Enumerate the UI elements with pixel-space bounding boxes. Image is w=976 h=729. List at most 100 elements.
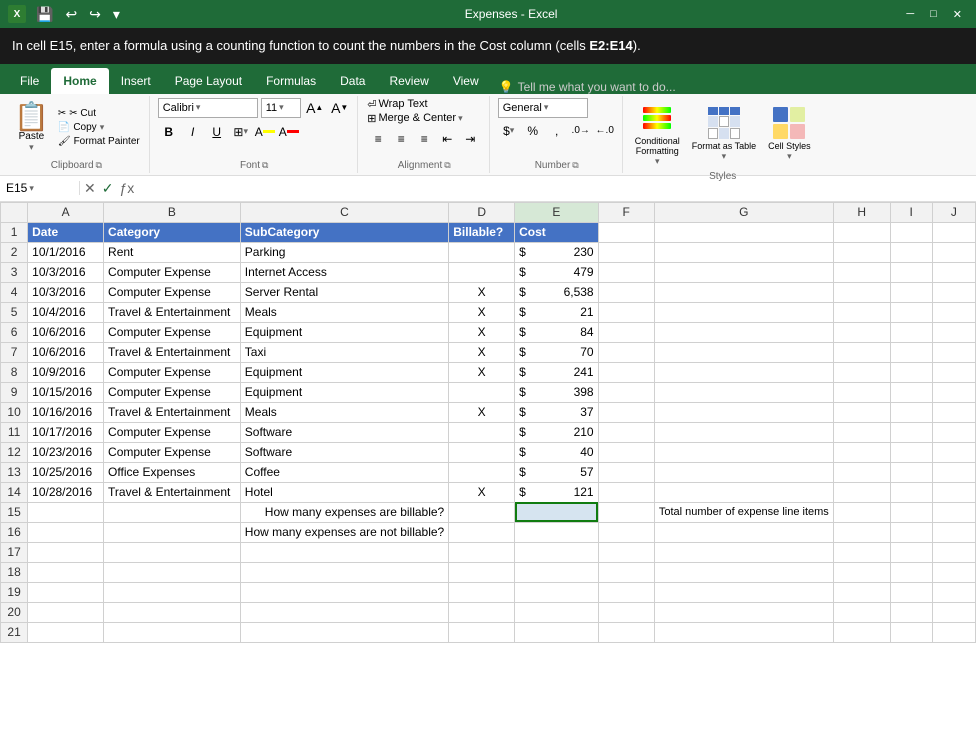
cell-H1[interactable] <box>833 222 890 242</box>
cell-F3[interactable] <box>598 262 654 282</box>
cell-C6[interactable]: Equipment <box>240 322 448 342</box>
cell-A21[interactable] <box>28 622 104 642</box>
cell-J19[interactable] <box>932 582 975 602</box>
cell-E20[interactable] <box>515 602 598 622</box>
cell-F4[interactable] <box>598 282 654 302</box>
cell-H18[interactable] <box>833 562 890 582</box>
cell-E19[interactable] <box>515 582 598 602</box>
col-header-a[interactable]: A <box>28 202 104 222</box>
cell-G6[interactable] <box>654 322 833 342</box>
cell-I1[interactable] <box>890 222 932 242</box>
cell-H11[interactable] <box>833 422 890 442</box>
row-number[interactable]: 5 <box>1 302 28 322</box>
decrease-decimal-button[interactable]: ←.0 <box>594 121 616 141</box>
row-number[interactable]: 13 <box>1 462 28 482</box>
tab-insert[interactable]: Insert <box>109 68 163 94</box>
row-number[interactable]: 16 <box>1 522 28 542</box>
cell-H6[interactable] <box>833 322 890 342</box>
cell-B5[interactable]: Travel & Entertainment <box>104 302 241 322</box>
cell-G4[interactable] <box>654 282 833 302</box>
decrease-indent-button[interactable]: ⇤ <box>436 129 458 149</box>
cell-B9[interactable]: Computer Expense <box>104 382 241 402</box>
font-expand-icon[interactable]: ⧉ <box>262 160 268 171</box>
cell-D5[interactable]: X <box>449 302 515 322</box>
decrease-font-button[interactable]: A▼ <box>329 98 351 118</box>
cell-H15[interactable] <box>833 502 890 522</box>
cell-E14[interactable]: $121 <box>515 482 598 502</box>
cell-A16[interactable] <box>28 522 104 542</box>
cell-C17[interactable] <box>240 542 448 562</box>
cell-B21[interactable] <box>104 622 241 642</box>
cell-D13[interactable] <box>449 462 515 482</box>
cell-D2[interactable] <box>449 242 515 262</box>
cell-D17[interactable] <box>449 542 515 562</box>
tab-formulas[interactable]: Formulas <box>254 68 328 94</box>
cell-C7[interactable]: Taxi <box>240 342 448 362</box>
cell-H4[interactable] <box>833 282 890 302</box>
cell-E12[interactable]: $40 <box>515 442 598 462</box>
cell-B16[interactable] <box>104 522 241 542</box>
col-header-f[interactable]: F <box>598 202 654 222</box>
col-header-d[interactable]: D <box>449 202 515 222</box>
cell-I7[interactable] <box>890 342 932 362</box>
cell-I15[interactable] <box>890 502 932 522</box>
cell-G17[interactable] <box>654 542 833 562</box>
tab-review[interactable]: Review <box>377 68 440 94</box>
cell-A12[interactable]: 10/23/2016 <box>28 442 104 462</box>
align-right-button[interactable]: ≡ <box>413 129 435 149</box>
cell-D9[interactable] <box>449 382 515 402</box>
cell-A10[interactable]: 10/16/2016 <box>28 402 104 422</box>
cell-C4[interactable]: Server Rental <box>240 282 448 302</box>
col-header-g[interactable]: G <box>654 202 833 222</box>
cell-J15[interactable] <box>932 502 975 522</box>
insert-function-button[interactable]: ƒx <box>119 180 134 196</box>
cell-C14[interactable]: Hotel <box>240 482 448 502</box>
cell-E8[interactable]: $241 <box>515 362 598 382</box>
cell-C2[interactable]: Parking <box>240 242 448 262</box>
font-color-button[interactable]: A <box>278 122 300 142</box>
tab-page-layout[interactable]: Page Layout <box>163 68 254 94</box>
cell-A13[interactable]: 10/25/2016 <box>28 462 104 482</box>
row-number[interactable]: 3 <box>1 262 28 282</box>
cell-D18[interactable] <box>449 562 515 582</box>
cell-A9[interactable]: 10/15/2016 <box>28 382 104 402</box>
cell-C12[interactable]: Software <box>240 442 448 462</box>
increase-indent-button[interactable]: ⇥ <box>459 129 481 149</box>
cell-F11[interactable] <box>598 422 654 442</box>
row-number[interactable]: 20 <box>1 602 28 622</box>
row-number[interactable]: 17 <box>1 542 28 562</box>
cell-F20[interactable] <box>598 602 654 622</box>
cell-E1[interactable]: Cost <box>515 222 598 242</box>
cell-G11[interactable] <box>654 422 833 442</box>
row-number[interactable]: 6 <box>1 322 28 342</box>
redo-button[interactable]: ↪ <box>87 7 103 21</box>
align-left-button[interactable]: ≡ <box>367 129 389 149</box>
paste-button[interactable]: 📋 Paste ▾ <box>10 101 53 155</box>
merge-center-button[interactable]: ⊞ Merge & Center ▾ <box>367 112 462 125</box>
cell-F8[interactable] <box>598 362 654 382</box>
bold-button[interactable]: B <box>158 122 180 142</box>
cell-H17[interactable] <box>833 542 890 562</box>
increase-decimal-button[interactable]: .0→ <box>570 121 592 141</box>
cell-B12[interactable]: Computer Expense <box>104 442 241 462</box>
cell-I6[interactable] <box>890 322 932 342</box>
cell-D3[interactable] <box>449 262 515 282</box>
cell-G2[interactable] <box>654 242 833 262</box>
cell-J16[interactable] <box>932 522 975 542</box>
cut-button[interactable]: ✂ ✂ Cut <box>55 107 143 120</box>
cell-E18[interactable] <box>515 562 598 582</box>
wrap-text-button[interactable]: ⏎ Wrap Text <box>367 98 462 111</box>
cell-G3[interactable] <box>654 262 833 282</box>
cell-B13[interactable]: Office Expenses <box>104 462 241 482</box>
close-button[interactable]: ✕ <box>947 8 968 21</box>
row-number[interactable]: 1 <box>1 222 28 242</box>
cell-F16[interactable] <box>598 522 654 542</box>
confirm-formula-button[interactable]: ✓ <box>102 180 114 197</box>
cell-F2[interactable] <box>598 242 654 262</box>
cell-C20[interactable] <box>240 602 448 622</box>
number-format-dropdown[interactable]: General ▾ <box>498 98 588 118</box>
col-header-b[interactable]: B <box>104 202 241 222</box>
increase-font-button[interactable]: A▲ <box>304 98 326 118</box>
cell-C18[interactable] <box>240 562 448 582</box>
row-number[interactable]: 19 <box>1 582 28 602</box>
